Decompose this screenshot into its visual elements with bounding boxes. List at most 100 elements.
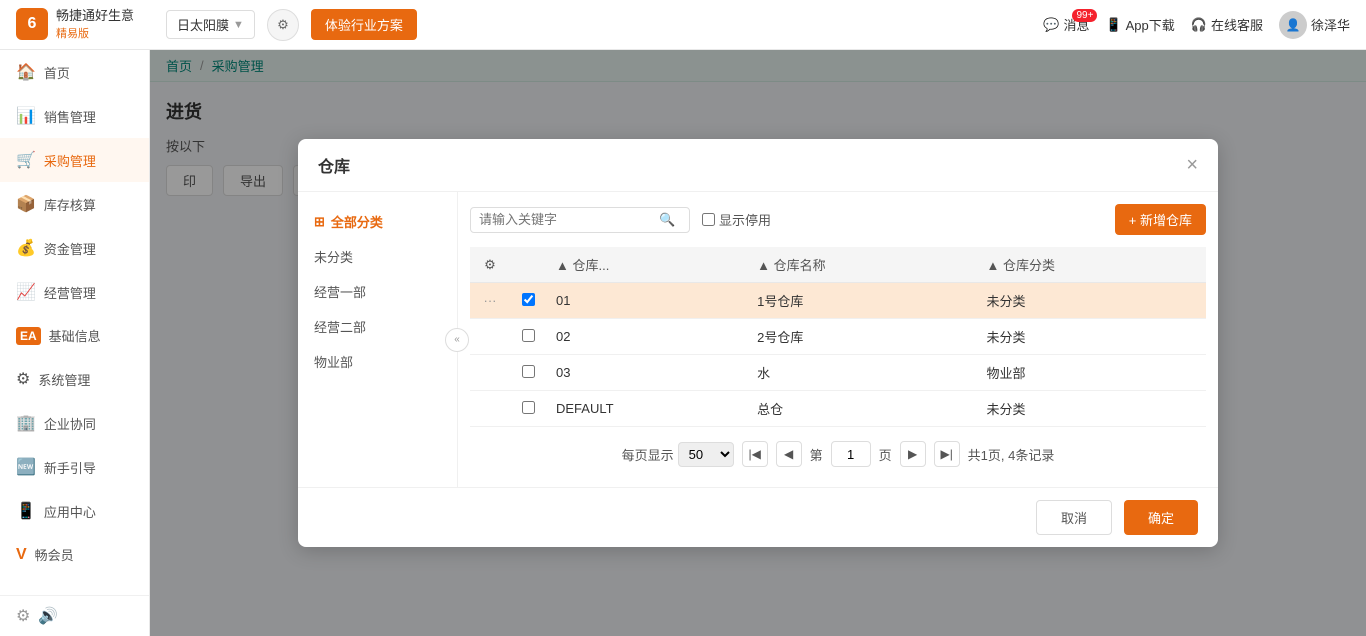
sidebar-item-sales[interactable]: 📊 销售管理: [0, 94, 149, 138]
all-categories-button[interactable]: ⊞ 全部分类: [298, 204, 457, 239]
sidebar-label-apps: 应用中心: [44, 502, 96, 521]
table-row[interactable]: DEFAULT 总仓 未分类: [470, 391, 1206, 427]
cat-sort-icon: ▲: [987, 258, 1000, 273]
sidebar-item-guide[interactable]: 🆕 新手引导: [0, 445, 149, 489]
online-service-button[interactable]: 🎧 在线客服: [1191, 15, 1263, 34]
table-row[interactable]: ··· 01 1号仓库 未分类: [470, 283, 1206, 319]
prev-page-button[interactable]: ◀: [776, 441, 802, 467]
all-categories-label: 全部分类: [331, 212, 383, 231]
message-icon: 💬: [1043, 17, 1059, 33]
messages-button[interactable]: 💬 消息 99+: [1043, 15, 1089, 34]
sidebar-item-apps[interactable]: 📱 应用中心: [0, 489, 149, 533]
trial-button[interactable]: 体验行业方案: [311, 9, 417, 40]
logo-icon: 6: [16, 8, 48, 40]
row-checkbox-cell[interactable]: [510, 391, 546, 427]
code-col-header: ▲ 仓库...: [546, 247, 747, 283]
per-page-dropdown[interactable]: 10 20 50 100: [678, 442, 734, 467]
sidebar-item-system[interactable]: ⚙ 系统管理: [0, 357, 149, 401]
row-checkbox[interactable]: [522, 329, 535, 342]
table-row[interactable]: 02 2号仓库 未分类: [470, 319, 1206, 355]
row-actions-cell: [470, 391, 510, 427]
sidebar-item-purchase[interactable]: 🛒 采购管理: [0, 138, 149, 182]
settings-col-header: ⚙: [470, 247, 510, 283]
modal-overlay: 仓库 × ⊞ 全部分类 未分类 经营一部 经营二部 物业部: [150, 50, 1366, 636]
row-category-cell: 未分类: [977, 283, 1206, 319]
first-page-button[interactable]: |◀: [742, 441, 768, 467]
row-more-icon[interactable]: ···: [484, 293, 497, 308]
close-button[interactable]: ×: [1186, 155, 1198, 175]
top-header: 6 畅捷通好生意 精易版 日太阳膜 ▼ ⚙ 体验行业方案 💬 消息 99+ 📱 …: [0, 0, 1366, 50]
row-checkbox[interactable]: [522, 293, 535, 306]
logo-name: 畅捷通好生意: [56, 8, 134, 25]
page-number-input[interactable]: [831, 441, 871, 467]
modal-header: 仓库 ×: [298, 139, 1218, 192]
confirm-button[interactable]: 确定: [1124, 500, 1198, 535]
row-code-cell: 02: [546, 319, 747, 355]
inventory-icon: 📦: [16, 194, 36, 214]
sidebar-item-inventory[interactable]: 📦 库存核算: [0, 182, 149, 226]
user-profile-button[interactable]: 👤 徐泽华: [1279, 11, 1350, 39]
avatar: 👤: [1279, 11, 1307, 39]
sidebar-label-vip: 畅会员: [35, 545, 74, 564]
sidebar-item-operations[interactable]: 📈 经营管理: [0, 270, 149, 314]
add-warehouse-button[interactable]: + 新增仓库: [1115, 204, 1206, 235]
row-checkbox-cell[interactable]: [510, 319, 546, 355]
next-page-button[interactable]: ▶: [900, 441, 926, 467]
sidebar-label-basic: 基础信息: [49, 326, 101, 345]
category-item-unclassified[interactable]: 未分类: [298, 239, 457, 274]
warehouse-modal: 仓库 × ⊞ 全部分类 未分类 经营一部 经营二部 物业部: [298, 139, 1218, 547]
sidebar-item-home[interactable]: 🏠 首页: [0, 50, 149, 94]
headset-icon: 🎧: [1191, 17, 1207, 33]
row-code-cell: 03: [546, 355, 747, 391]
sidebar-item-enterprise[interactable]: 🏢 企业协同: [0, 401, 149, 445]
row-actions-cell: [470, 319, 510, 355]
sidebar-label-enterprise: 企业协同: [44, 414, 96, 433]
phone-icon: 📱: [1105, 17, 1121, 33]
search-input[interactable]: [479, 212, 659, 227]
show-disabled-checkbox-label[interactable]: 显示停用: [702, 210, 771, 229]
row-checkbox[interactable]: [522, 401, 535, 414]
cancel-button[interactable]: 取消: [1036, 500, 1112, 535]
basic-icon: EA: [16, 327, 41, 345]
page-unit: 页: [879, 445, 892, 464]
show-disabled-label: 显示停用: [719, 210, 771, 229]
row-checkbox-cell[interactable]: [510, 283, 546, 319]
guide-icon: 🆕: [16, 457, 36, 477]
sidebar-item-basic[interactable]: EA 基础信息: [0, 314, 149, 357]
search-icon[interactable]: 🔍: [659, 212, 675, 228]
store-selector[interactable]: 日太阳膜 ▼: [166, 10, 255, 39]
app-download-button[interactable]: 📱 App下载: [1105, 15, 1174, 34]
table-toolbar: 🔍 显示停用 + 新增仓库: [470, 204, 1206, 235]
row-category-cell: 未分类: [977, 391, 1206, 427]
messages-badge: 99+: [1072, 9, 1097, 22]
sidebar-item-finance[interactable]: 💰 资金管理: [0, 226, 149, 270]
header-right: 💬 消息 99+ 📱 App下载 🎧 在线客服 👤 徐泽华: [1043, 11, 1350, 39]
logo-sub: 精易版: [56, 25, 134, 41]
search-box: 🔍: [470, 207, 690, 233]
table-row[interactable]: 03 水 物业部: [470, 355, 1206, 391]
settings-bottom-icon[interactable]: ⚙: [16, 606, 30, 626]
apps-icon: 📱: [16, 501, 36, 521]
row-checkbox[interactable]: [522, 365, 535, 378]
collapse-button[interactable]: «: [445, 328, 469, 352]
online-service-label: 在线客服: [1211, 15, 1263, 34]
category-item-ops2[interactable]: 经营二部: [298, 309, 457, 344]
speaker-icon[interactable]: 🔊: [38, 606, 58, 626]
sidebar-item-vip[interactable]: V 畅会员: [0, 533, 149, 576]
row-checkbox-cell[interactable]: [510, 355, 546, 391]
sidebar-label-purchase: 采购管理: [44, 151, 96, 170]
operations-icon: 📈: [16, 282, 36, 302]
category-item-ops1[interactable]: 经营一部: [298, 274, 457, 309]
last-page-button[interactable]: ▶|: [934, 441, 960, 467]
table-header-row: ⚙ ▲ 仓库... ▲ 仓库名称 ▲ 仓库分类: [470, 247, 1206, 283]
logo-area: 6 畅捷通好生意 精易版: [16, 8, 166, 41]
system-icon: ⚙: [16, 369, 30, 389]
category-item-property[interactable]: 物业部: [298, 344, 457, 379]
row-name-cell: 2号仓库: [747, 319, 976, 355]
row-category-cell: 未分类: [977, 319, 1206, 355]
show-disabled-checkbox[interactable]: [702, 213, 715, 226]
name-col-header: ▲ 仓库名称: [747, 247, 976, 283]
sidebar-label-operations: 经营管理: [44, 283, 96, 302]
vip-icon: V: [16, 546, 27, 564]
settings-button[interactable]: ⚙: [267, 9, 299, 41]
